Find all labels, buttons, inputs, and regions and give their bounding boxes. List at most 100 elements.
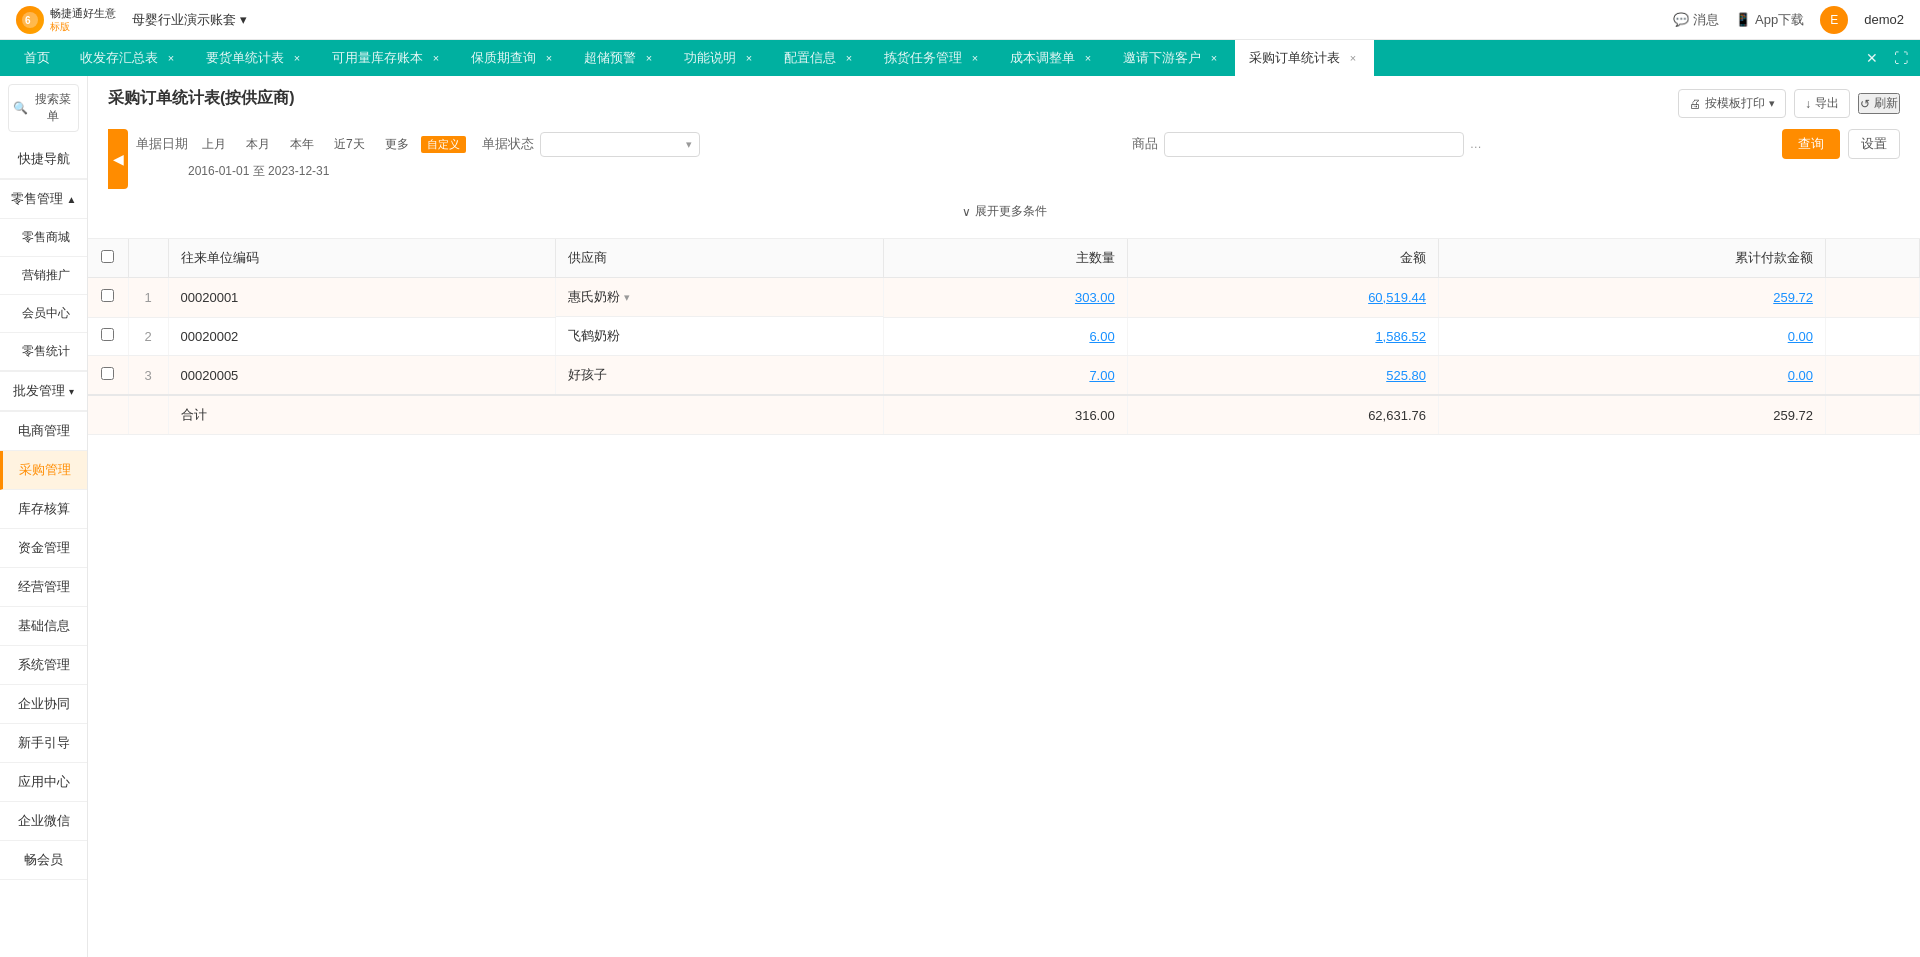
app-download-button[interactable]: 📱 App下载: [1735, 11, 1804, 29]
expand-more-button[interactable]: ∨ 展开更多条件: [108, 197, 1900, 226]
workspace-selector[interactable]: 母婴行业演示账套 ▾: [124, 7, 255, 33]
sidebar-item-retail-stats[interactable]: 零售统计: [0, 333, 87, 371]
close-icon[interactable]: ×: [842, 51, 856, 65]
sidebar-item-retail-mgmt[interactable]: 零售管理 ▲: [0, 180, 87, 219]
print-button[interactable]: 🖨 按模板打印 ▾: [1678, 89, 1786, 118]
th-amount[interactable]: 金额: [1127, 239, 1438, 278]
query-button[interactable]: 查询: [1782, 129, 1840, 159]
close-icon[interactable]: ×: [164, 51, 178, 65]
close-icon[interactable]: ×: [1081, 51, 1095, 65]
sidebar-item-purchase-mgmt[interactable]: 采购管理: [0, 451, 87, 490]
tab-home[interactable]: 首页: [8, 40, 66, 76]
close-icon[interactable]: ×: [1346, 51, 1360, 65]
more-options-button[interactable]: …: [1470, 137, 1482, 151]
tab-expiry-query[interactable]: 保质期查询 ×: [457, 40, 570, 76]
header-top-row: 采购订单统计表(按供应商) 🖨 按模板打印 ▾ ↓ 导出 ↺ 刷新: [108, 88, 1900, 119]
tab-invite-downstream[interactable]: 邀请下游客户 ×: [1109, 40, 1235, 76]
cell-amount[interactable]: 60,519.44: [1127, 278, 1438, 318]
cell-checkbox: [88, 356, 128, 396]
cell-amount[interactable]: 525.80: [1127, 356, 1438, 396]
close-icon[interactable]: ×: [968, 51, 982, 65]
sidebar-item-inventory-check[interactable]: 库存核算: [0, 490, 87, 529]
sidebar-item-wholesale-mgmt[interactable]: 批发管理 ▾: [0, 372, 87, 411]
settings-button[interactable]: 设置: [1848, 129, 1900, 159]
tab-inventory-book[interactable]: 可用量库存账本 ×: [318, 40, 457, 76]
cell-supplier-name: 惠氏奶粉 ▾: [556, 278, 884, 317]
th-supplier-code[interactable]: 往来单位编码: [168, 239, 555, 278]
sidebar-item-ecommerce[interactable]: 电商管理: [0, 412, 87, 451]
table-header: 往来单位编码 供应商 主数量 金额 累计付款金额: [88, 239, 1920, 278]
row-checkbox[interactable]: [101, 328, 114, 341]
sidebar-item-ops-mgmt[interactable]: 经营管理: [0, 568, 87, 607]
close-icon[interactable]: ×: [642, 51, 656, 65]
page-content: 采购订单统计表(按供应商) 🖨 按模板打印 ▾ ↓ 导出 ↺ 刷新: [88, 76, 1920, 957]
date-shortcut-last-month[interactable]: 上月: [194, 134, 234, 155]
sidebar-item-new-guide[interactable]: 新手引导: [0, 724, 87, 763]
th-paid-amount[interactable]: 累计付款金额: [1438, 239, 1825, 278]
date-shortcut-last-7days[interactable]: 近7天: [326, 134, 373, 155]
sidebar-item-quick-nav[interactable]: 快捷导航: [0, 140, 87, 179]
tab-function-desc[interactable]: 功能说明 ×: [670, 40, 770, 76]
goods-input[interactable]: [1164, 132, 1464, 157]
sidebar-section-retail: 零售管理 ▲ 零售商城 营销推广 会员中心 零售统计: [0, 180, 87, 372]
tab-config-info[interactable]: 配置信息 ×: [770, 40, 870, 76]
cell-row-num: 1: [128, 278, 168, 318]
logo-icon: 6: [16, 6, 44, 34]
row-checkbox[interactable]: [101, 289, 114, 302]
cell-main-qty[interactable]: 303.00: [884, 278, 1127, 318]
close-all-tabs-icon[interactable]: ✕: [1862, 46, 1882, 70]
close-icon[interactable]: ×: [742, 51, 756, 65]
footer-spacer: [1826, 395, 1920, 435]
footer-amount: 62,631.76: [1127, 395, 1438, 435]
tab-purchase-stat[interactable]: 采购订单统计表 ×: [1235, 40, 1374, 76]
cell-paid-amount[interactable]: 259.72: [1438, 278, 1825, 318]
sidebar-item-vip-member[interactable]: 畅会员: [0, 841, 87, 880]
cell-main-qty[interactable]: 6.00: [884, 317, 1127, 356]
sidebar-item-member-center[interactable]: 会员中心: [0, 295, 87, 333]
sidebar-item-retail-mall[interactable]: 零售商城: [0, 219, 87, 257]
fullscreen-icon[interactable]: ⛶: [1890, 46, 1912, 70]
cell-supplier-name: 飞鹤奶粉: [555, 317, 884, 356]
refresh-button[interactable]: ↺ 刷新: [1858, 93, 1900, 114]
message-button[interactable]: 💬 消息: [1673, 11, 1719, 29]
close-icon[interactable]: ×: [1207, 51, 1221, 65]
sidebar-item-app-center[interactable]: 应用中心: [0, 763, 87, 802]
cell-paid-amount[interactable]: 0.00: [1438, 356, 1825, 396]
th-main-qty[interactable]: 主数量: [884, 239, 1127, 278]
filter-main-row: ◀ 单据日期 上月 本月 本年 近7天 更多: [108, 129, 1900, 189]
export-button[interactable]: ↓ 导出: [1794, 89, 1850, 118]
cell-amount[interactable]: 1,586.52: [1127, 317, 1438, 356]
tab-overstock-warning[interactable]: 超储预警 ×: [570, 40, 670, 76]
date-shortcut-this-month[interactable]: 本月: [238, 134, 278, 155]
row-checkbox[interactable]: [101, 367, 114, 380]
th-checkbox: [88, 239, 128, 278]
sidebar-item-system-mgmt[interactable]: 系统管理: [0, 646, 87, 685]
sidebar-item-marketing[interactable]: 营销推广: [0, 257, 87, 295]
sidebar-item-finance-mgmt[interactable]: 资金管理: [0, 529, 87, 568]
table-row: 1 00020001 惠氏奶粉 ▾ 303.00 60,519.44 259.7…: [88, 278, 1920, 318]
th-supplier-name[interactable]: 供应商: [555, 239, 884, 278]
date-shortcut-this-year[interactable]: 本年: [282, 134, 322, 155]
expand-row-icon[interactable]: ▾: [624, 291, 630, 304]
avatar[interactable]: E: [1820, 6, 1848, 34]
sidebar-item-basic-info[interactable]: 基础信息: [0, 607, 87, 646]
tab-receive-summary[interactable]: 收发存汇总表 ×: [66, 40, 192, 76]
close-icon[interactable]: ×: [290, 51, 304, 65]
select-all-checkbox[interactable]: [101, 250, 114, 263]
chevron-down-icon: ▾: [69, 386, 74, 397]
tab-order-summary[interactable]: 要货单统计表 ×: [192, 40, 318, 76]
sidebar-item-enterprise-collab[interactable]: 企业协同: [0, 685, 87, 724]
cell-paid-amount[interactable]: 0.00: [1438, 317, 1825, 356]
search-menu-button[interactable]: 🔍 搜索菜单: [8, 84, 79, 132]
tab-cost-adjust[interactable]: 成本调整单 ×: [996, 40, 1109, 76]
tab-pick-task[interactable]: 拣货任务管理 ×: [870, 40, 996, 76]
cell-main-qty[interactable]: 7.00: [884, 356, 1127, 396]
status-select[interactable]: [540, 132, 700, 157]
filters-content: 单据日期 上月 本月 本年 近7天 更多 自定义: [136, 129, 1900, 180]
collapse-filter-button[interactable]: ◀: [108, 129, 128, 189]
date-shortcut-more[interactable]: 更多: [377, 134, 417, 155]
date-custom-badge[interactable]: 自定义: [421, 136, 466, 153]
close-icon[interactable]: ×: [542, 51, 556, 65]
close-icon[interactable]: ×: [429, 51, 443, 65]
sidebar-item-enterprise-wechat[interactable]: 企业微信: [0, 802, 87, 841]
